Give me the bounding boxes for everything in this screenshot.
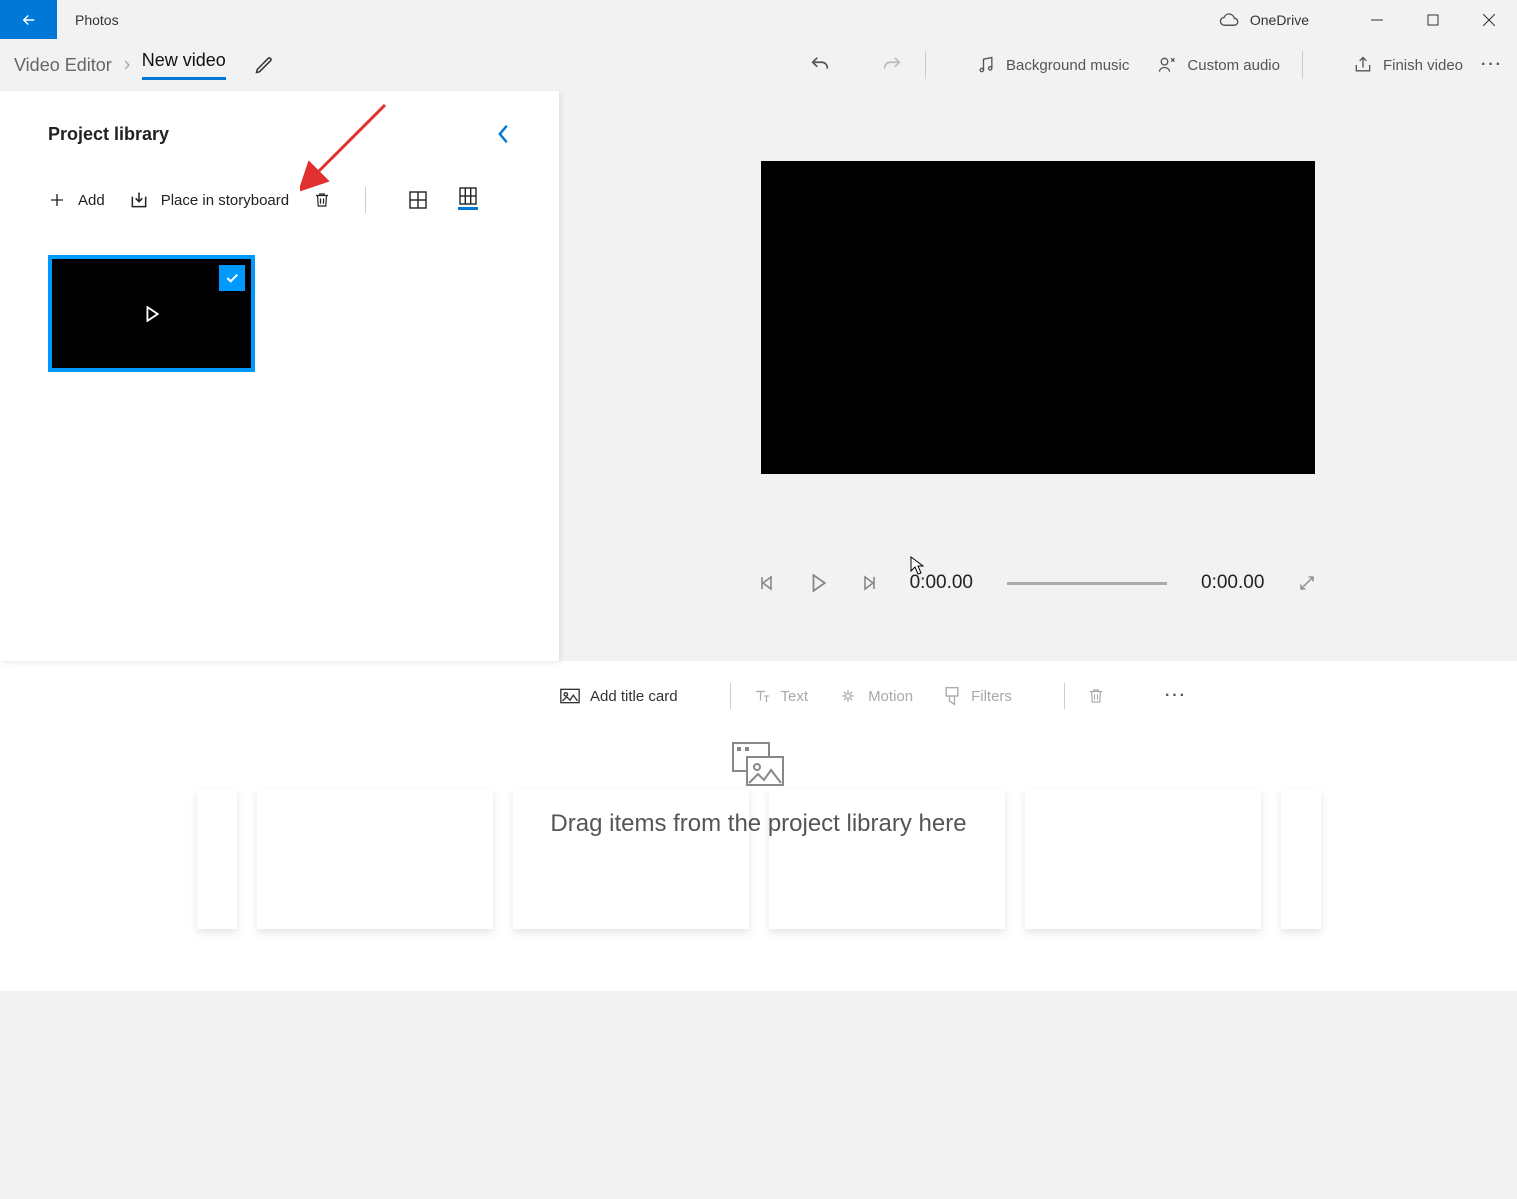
custom-audio-button[interactable]: Custom audio	[1157, 55, 1280, 75]
back-button[interactable]	[0, 0, 57, 39]
undo-button[interactable]	[809, 54, 831, 76]
onedrive-button[interactable]: OneDrive	[1218, 12, 1309, 28]
finish-video-button[interactable]: Finish video	[1353, 55, 1463, 75]
custom-audio-label: Custom audio	[1187, 57, 1280, 74]
cloud-icon	[1218, 13, 1240, 27]
app-toolbar: Video Editor New video Background music …	[0, 39, 1517, 91]
media-placeholder-icon	[731, 741, 787, 791]
motion-button[interactable]: Motion	[838, 687, 913, 705]
minimize-button[interactable]	[1349, 0, 1405, 39]
storyboard-slot[interactable]	[257, 789, 493, 929]
finish-label: Finish video	[1383, 57, 1463, 74]
play-overlay-icon	[145, 306, 159, 322]
filters-button[interactable]: Filters	[943, 686, 1012, 706]
storyboard-slot[interactable]	[769, 789, 1005, 929]
separator	[925, 51, 926, 79]
background-music-button[interactable]: Background music	[976, 55, 1129, 75]
storyboard-slot[interactable]	[1025, 789, 1261, 929]
text-button[interactable]: Text	[753, 687, 809, 705]
redo-button[interactable]	[881, 54, 903, 76]
title-card-icon	[560, 688, 580, 704]
music-note-icon	[976, 55, 996, 75]
motion-label: Motion	[868, 688, 913, 705]
storyboard[interactable]: Drag items from the project library here	[0, 731, 1517, 991]
storyboard-slot[interactable]	[513, 789, 749, 929]
more-button[interactable]: ···	[1481, 56, 1503, 74]
breadcrumb-video-editor[interactable]: Video Editor	[14, 55, 112, 76]
sb-more-button[interactable]: ···	[1165, 687, 1187, 705]
onedrive-label: OneDrive	[1250, 12, 1309, 28]
play-button[interactable]	[810, 574, 826, 592]
next-frame-button[interactable]	[860, 575, 876, 591]
library-clip-thumbnail[interactable]	[48, 255, 255, 372]
bg-music-label: Background music	[1006, 57, 1129, 74]
project-title[interactable]: New video	[142, 50, 226, 80]
maximize-button[interactable]	[1405, 0, 1461, 39]
text-label: Text	[781, 688, 809, 705]
close-button[interactable]	[1461, 0, 1517, 39]
app-title: Photos	[75, 12, 119, 28]
storyboard-slot[interactable]	[197, 789, 237, 929]
grid-large-button[interactable]	[408, 190, 428, 210]
export-icon	[1353, 55, 1373, 75]
playback-controls: 0:00.00 0:00.00	[760, 572, 1317, 594]
titlebar: Photos OneDrive	[0, 0, 1517, 39]
separator	[365, 187, 366, 213]
place-in-storyboard-button[interactable]: Place in storyboard	[129, 190, 289, 210]
selected-check-icon	[219, 265, 245, 291]
seek-bar[interactable]	[1007, 582, 1167, 585]
storyboard-slot[interactable]	[1281, 789, 1321, 929]
sb-delete-button[interactable]	[1087, 686, 1105, 706]
chevron-right-icon	[122, 60, 132, 70]
library-title: Project library	[48, 124, 169, 145]
video-preview[interactable]	[761, 161, 1315, 474]
edit-title-button[interactable]	[254, 55, 274, 75]
audio-icon	[1157, 55, 1177, 75]
time-total: 0:00.00	[1201, 572, 1264, 594]
title-card-label: Add title card	[590, 688, 678, 705]
text-icon	[753, 687, 771, 705]
filters-icon	[943, 686, 961, 706]
separator	[1302, 51, 1303, 79]
add-title-card-button[interactable]: Add title card	[560, 688, 678, 705]
preview-panel: 0:00.00 0:00.00	[559, 91, 1517, 661]
separator	[730, 683, 731, 709]
place-label: Place in storyboard	[161, 192, 289, 209]
plus-icon	[48, 191, 66, 209]
separator	[1064, 683, 1065, 709]
main-area: Project library Add Place in storyboard	[0, 91, 1517, 661]
add-button[interactable]: Add	[48, 191, 105, 209]
mouse-cursor-icon	[910, 556, 924, 576]
prev-frame-button[interactable]	[760, 575, 776, 591]
motion-icon	[838, 687, 858, 705]
storyboard-toolbar: Add title card Text Motion Filters ···	[0, 661, 1517, 731]
filters-label: Filters	[971, 688, 1012, 705]
place-icon	[129, 190, 149, 210]
project-library-panel: Project library Add Place in storyboard	[0, 91, 559, 661]
collapse-library-button[interactable]	[497, 123, 511, 145]
delete-button[interactable]	[313, 190, 331, 210]
fullscreen-button[interactable]	[1298, 574, 1316, 592]
add-label: Add	[78, 192, 105, 209]
grid-small-button[interactable]	[458, 190, 478, 210]
